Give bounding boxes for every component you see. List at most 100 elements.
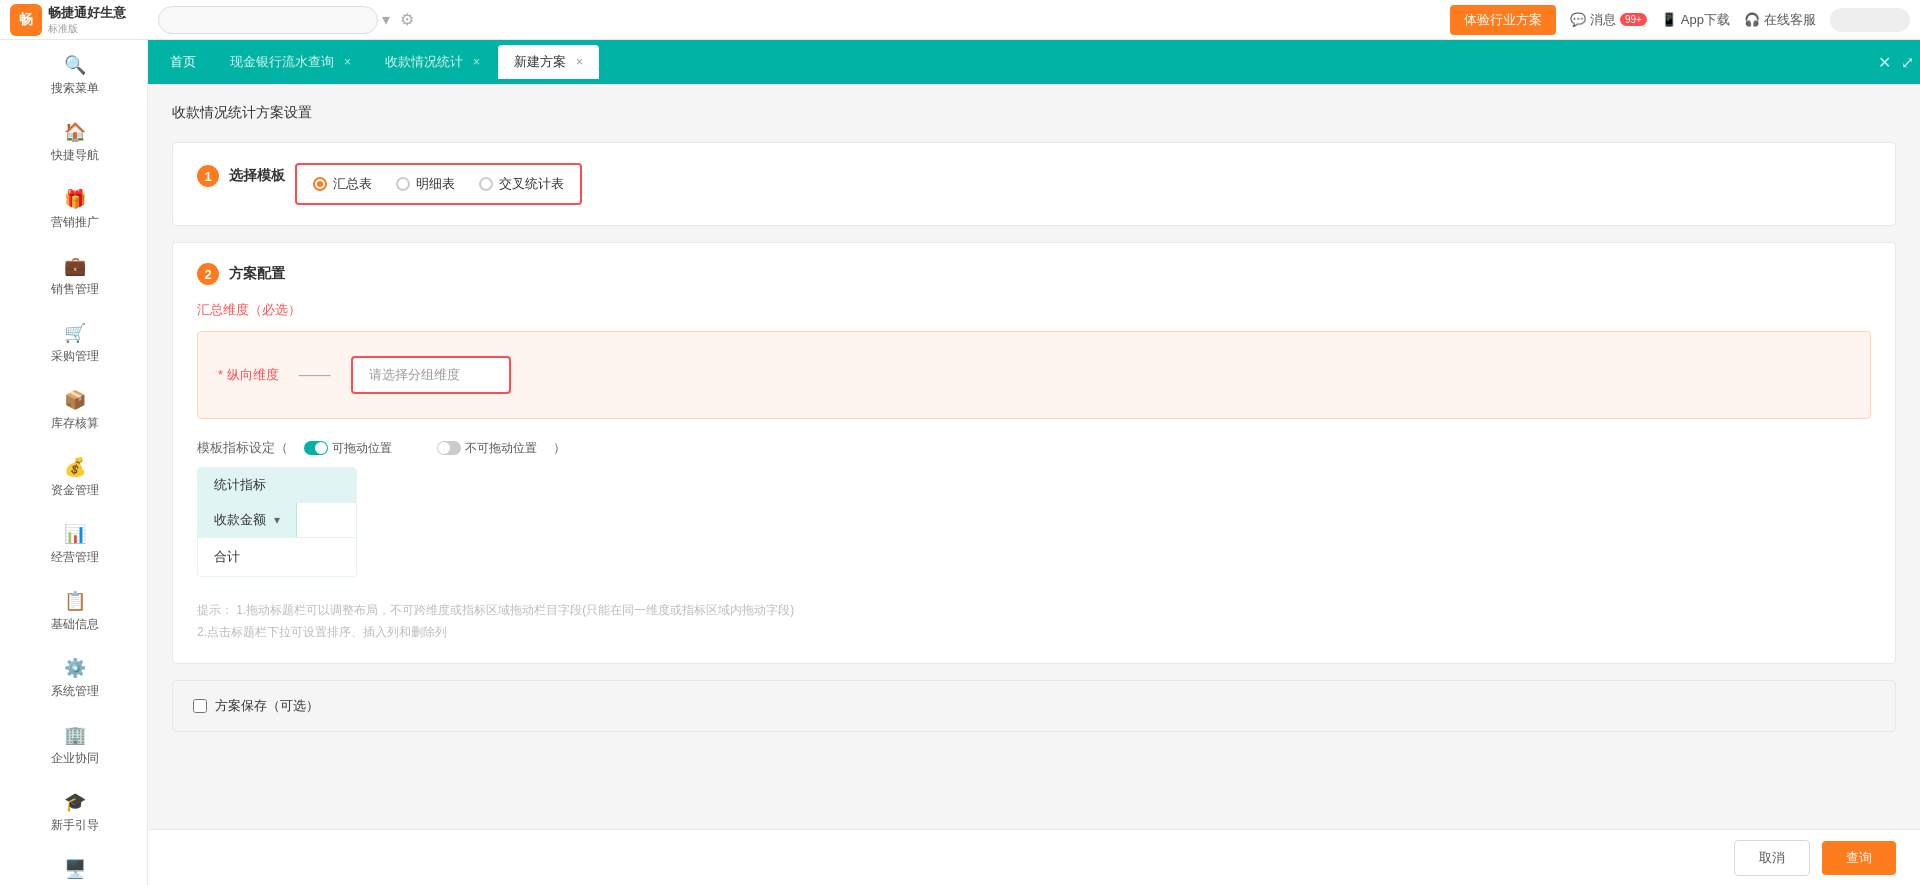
tab-receipts[interactable]: 收款情况统计 × (369, 45, 496, 79)
radio-summary-label: 汇总表 (333, 175, 372, 193)
message-label: 消息 (1590, 11, 1616, 29)
sidebar-item-finance[interactable]: 💰 资金管理 (0, 442, 147, 509)
sidebar-label-sales: 销售管理 (51, 281, 99, 298)
tab-bar-actions: ✕ ⤢ (1878, 53, 1914, 72)
sidebar-item-hardware[interactable]: 🖥️ 智能硬件 (0, 844, 147, 885)
content-area: 首页 现金银行流水查询 × 收款情况统计 × 新建方案 × ✕ ⤢ 收款情况统计… (148, 40, 1920, 885)
step1-row: 1 选择模板 汇总表 明细表 (197, 163, 1871, 205)
logo-area: 畅 畅捷通好生意 标准版 (10, 4, 158, 36)
dimension-section: 汇总维度（必选） * 纵向维度 —— 请选择分组维度 (197, 301, 1871, 419)
graduate-icon: 🎓 (64, 791, 86, 813)
sidebar-item-marketing[interactable]: 🎁 营销推广 (0, 174, 147, 241)
tab-home[interactable]: 首页 (154, 45, 212, 79)
hardware-icon: 🖥️ (64, 858, 86, 880)
sidebar-item-inventory[interactable]: 📦 库存核算 (0, 375, 147, 442)
radio-detail-label: 明细表 (416, 175, 455, 193)
tab-new-plan-close[interactable]: × (576, 55, 583, 69)
tab-close-all-icon[interactable]: ✕ (1878, 53, 1891, 72)
gear-icon: ⚙️ (64, 657, 86, 679)
query-button[interactable]: 查询 (1822, 841, 1896, 875)
tab-receipts-close[interactable]: × (473, 55, 480, 69)
building-icon: 🏢 (64, 724, 86, 746)
drag-on-indicator (304, 441, 328, 455)
save-label: 方案保存（可选） (215, 697, 319, 715)
cart-icon: 🛒 (64, 322, 86, 344)
app-icon: 📱 (1661, 12, 1677, 27)
sidebar-label-guide: 新手引导 (51, 817, 99, 834)
sidebar-item-purchase[interactable]: 🛒 采购管理 (0, 308, 147, 375)
cancel-button[interactable]: 取消 (1734, 840, 1810, 876)
settings-icon[interactable]: ⚙ (400, 10, 414, 29)
app-download-action[interactable]: 📱 App下载 (1661, 11, 1730, 29)
arrow-icon: —— (299, 366, 331, 384)
metrics-label-text: 模板指标设定（ (197, 439, 288, 457)
message-action[interactable]: 💬 消息 99+ (1570, 11, 1647, 29)
sidebar-item-search[interactable]: 🔍 搜索菜单 (0, 40, 147, 107)
user-avatar[interactable] (1830, 8, 1910, 32)
tab-cashflow[interactable]: 现金银行流水查询 × (214, 45, 367, 79)
non-draggable-badge: 不可拖动位置 (437, 440, 537, 457)
metrics-header: 统计指标 (198, 468, 356, 502)
tab-new-plan[interactable]: 新建方案 × (498, 45, 599, 79)
radio-cross-dot (479, 177, 493, 191)
hints-section: 提示： 1.拖动标题栏可以调整布局，不可跨维度或指标区域拖动栏目字段(只能在同一… (197, 600, 1871, 643)
dimension-select[interactable]: 请选择分组维度 (351, 356, 511, 394)
box-icon: 📦 (64, 389, 86, 411)
message-icon: 💬 (1570, 12, 1586, 27)
metrics-label: 模板指标设定（ 可拖动位置 不可拖动位置 ） (197, 439, 1871, 457)
radio-cross[interactable]: 交叉统计表 (479, 175, 564, 193)
sidebar-item-enterprise[interactable]: 🏢 企业协同 (0, 710, 147, 777)
template-selector: 汇总表 明细表 交叉统计表 (295, 163, 582, 205)
radio-detail[interactable]: 明细表 (396, 175, 455, 193)
sidebar-label-enterprise: 企业协同 (51, 750, 99, 767)
tab-cashflow-close[interactable]: × (344, 55, 351, 69)
sidebar: 🔍 搜索菜单 🏠 快捷导航 🎁 营销推广 💼 销售管理 🛒 采购管理 📦 库存核… (0, 40, 148, 885)
tab-bar: 首页 现金银行流水查询 × 收款情况统计 × 新建方案 × ✕ ⤢ (148, 40, 1920, 84)
top-nav-actions: 体验行业方案 💬 消息 99+ 📱 App下载 🎧 在线客服 (1450, 5, 1910, 35)
radio-cross-label: 交叉统计表 (499, 175, 564, 193)
sidebar-label-quicknav: 快捷导航 (51, 147, 99, 164)
sidebar-label-operations: 经营管理 (51, 549, 99, 566)
metrics-col1-header[interactable]: 收款金额 ▾ (198, 503, 297, 537)
step2-label: 方案配置 (229, 265, 285, 283)
step1-indicator: 1 选择模板 (197, 165, 285, 187)
top-bar: 畅 畅捷通好生意 标准版 ▾ ⚙ 体验行业方案 💬 消息 99+ 📱 App下载… (0, 0, 1920, 40)
tab-cashflow-label: 现金银行流水查询 (230, 53, 334, 71)
sidebar-item-basic-info[interactable]: 📋 基础信息 (0, 576, 147, 643)
sidebar-label-basic-info: 基础信息 (51, 616, 99, 633)
hint-1: 提示： 1.拖动标题栏可以调整布局，不可跨维度或指标区域拖动栏目字段(只能在同一… (197, 600, 1871, 622)
tab-home-label: 首页 (170, 53, 196, 71)
metrics-section: 模板指标设定（ 可拖动位置 不可拖动位置 ） (197, 439, 1871, 580)
vertical-dim-label: * 纵向维度 (218, 366, 279, 384)
col1-dropdown-icon[interactable]: ▾ (274, 513, 280, 527)
metrics-header-label: 统计指标 (214, 476, 266, 494)
sidebar-item-sales[interactable]: 💼 销售管理 (0, 241, 147, 308)
tab-maximize-icon[interactable]: ⤢ (1901, 53, 1914, 72)
home-icon: 🏠 (64, 121, 86, 143)
online-support-label: 在线客服 (1764, 11, 1816, 29)
logo-edition: 标准版 (48, 22, 126, 36)
radio-detail-dot (396, 177, 410, 191)
save-checkbox[interactable] (193, 699, 207, 713)
search-dropdown-icon[interactable]: ▾ (382, 10, 390, 29)
main-layout: 🔍 搜索菜单 🏠 快捷导航 🎁 营销推广 💼 销售管理 🛒 采购管理 📦 库存核… (0, 40, 1920, 885)
chart-icon: 📊 (64, 523, 86, 545)
sidebar-item-quicknav[interactable]: 🏠 快捷导航 (0, 107, 147, 174)
search-input[interactable] (158, 6, 378, 34)
hint-2: 2.点击标题栏下拉可设置排序、插入列和删除列 (197, 622, 1871, 644)
metrics-label-mid (408, 439, 421, 457)
metrics-table: 统计指标 收款金额 ▾ 合计 (197, 467, 357, 577)
radio-summary[interactable]: 汇总表 (313, 175, 372, 193)
sidebar-item-guide[interactable]: 🎓 新手引导 (0, 777, 147, 844)
sidebar-item-system[interactable]: ⚙️ 系统管理 (0, 643, 147, 710)
search-menu-icon: 🔍 (64, 54, 86, 76)
online-support-action[interactable]: 🎧 在线客服 (1744, 11, 1816, 29)
sidebar-item-operations[interactable]: 📊 经营管理 (0, 509, 147, 576)
drag-off-indicator (437, 441, 461, 455)
save-section: 方案保存（可选） (172, 680, 1896, 732)
trial-button[interactable]: 体验行业方案 (1450, 5, 1556, 35)
step2-number: 2 (197, 263, 219, 285)
gift-icon: 🎁 (64, 188, 86, 210)
step2-card: 2 方案配置 汇总维度（必选） * 纵向维度 —— 请选择分组维度 (172, 242, 1896, 664)
sidebar-label-purchase: 采购管理 (51, 348, 99, 365)
